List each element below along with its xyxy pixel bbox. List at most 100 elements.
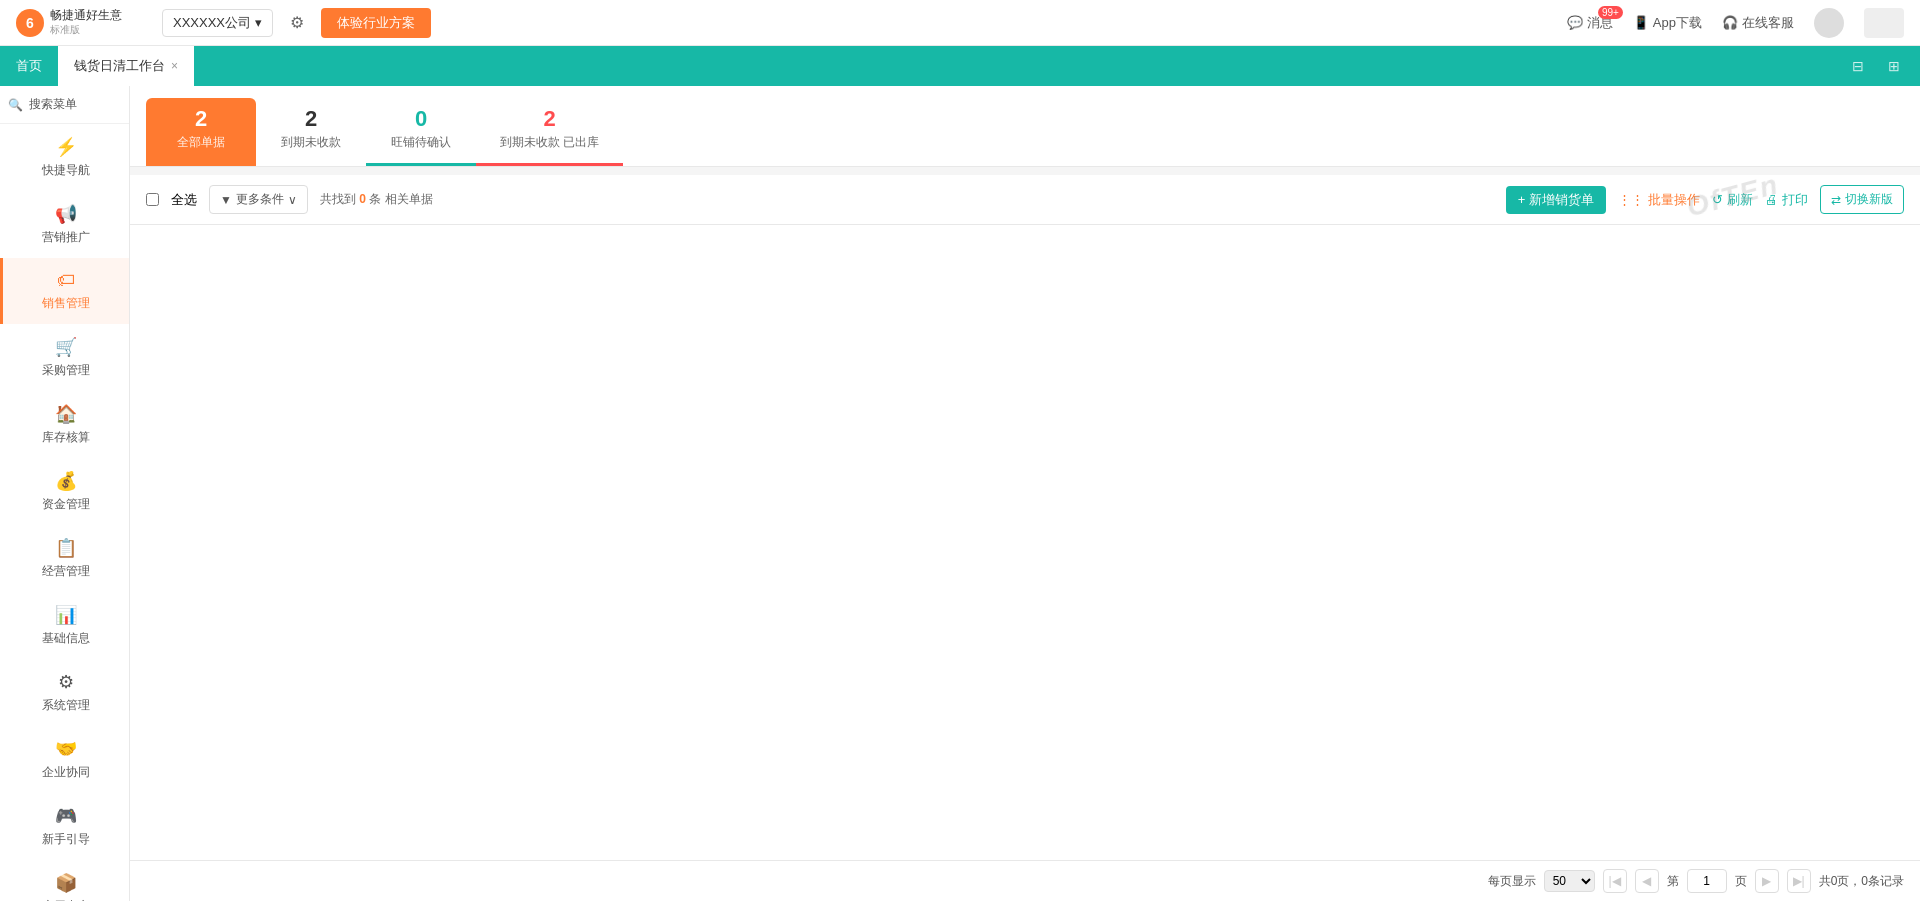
sidebar-label-cooperation: 企业协同 bbox=[42, 764, 90, 781]
first-page-btn[interactable]: |◀ bbox=[1603, 869, 1627, 893]
sidebar-label-guide: 新手引导 bbox=[42, 831, 90, 848]
add-sales-btn[interactable]: + 新增销货单 bbox=[1506, 186, 1606, 214]
logo-name: 畅捷通好生意 bbox=[50, 8, 122, 24]
settings-icon[interactable]: ⚙ bbox=[283, 9, 311, 37]
sales-icon: 🏷 bbox=[57, 270, 75, 291]
nav-tabs: 首页 钱货日清工作台 × ⊟ ⊞ bbox=[0, 46, 1920, 86]
refresh-icon: ↺ bbox=[1712, 192, 1723, 207]
tab-maximize-icon[interactable]: ⊞ bbox=[1880, 52, 1908, 80]
chevron-filter-icon: ∨ bbox=[288, 193, 297, 207]
sidebar-label-purchase: 采购管理 bbox=[42, 362, 90, 379]
header-right: 💬 消息 99+ 📱 App下载 🎧 在线客服 bbox=[1567, 8, 1904, 38]
refresh-btn[interactable]: ↺ 刷新 bbox=[1712, 191, 1753, 209]
tab-home[interactable]: 首页 bbox=[0, 46, 58, 86]
message-btn[interactable]: 💬 消息 99+ bbox=[1567, 14, 1613, 32]
logo-icon: 6 bbox=[16, 9, 44, 37]
sidebar-label-capital: 资金管理 bbox=[42, 496, 90, 513]
card-overdue-unshipped[interactable]: 2 到期未收款 已出库 bbox=[476, 98, 623, 166]
card-all-label: 全部单据 bbox=[170, 134, 232, 151]
card-wangpu-label: 旺铺待确认 bbox=[390, 134, 452, 151]
card-overdue-unpaid[interactable]: 2 到期未收款 bbox=[256, 98, 366, 166]
sidebar-item-capital[interactable]: 💰 资金管理 bbox=[0, 458, 129, 525]
print-btn[interactable]: 🖨 打印 bbox=[1765, 191, 1808, 209]
sidebar-item-inventory[interactable]: 🏠 库存核算 bbox=[0, 391, 129, 458]
card-all[interactable]: 2 全部单据 bbox=[146, 98, 256, 166]
system-icon: ⚙ bbox=[58, 671, 74, 693]
sidebar-label-marketing: 营销推广 bbox=[42, 229, 90, 246]
sidebar-item-purchase[interactable]: 🛒 采购管理 bbox=[0, 324, 129, 391]
card-overdue-label: 到期未收款 bbox=[280, 134, 342, 151]
sidebar-item-guide[interactable]: 🎮 新手引导 bbox=[0, 793, 129, 860]
found-prefix: 共找到 bbox=[320, 192, 356, 206]
tab-actions: ⊟ ⊞ bbox=[1844, 52, 1920, 80]
switch-version-btn[interactable]: ⇄ 切换新版 bbox=[1820, 185, 1904, 214]
sidebar-search[interactable]: 🔍 搜索菜单 bbox=[0, 86, 129, 124]
sidebar-item-quick-nav[interactable]: ⚡ 快捷导航 bbox=[0, 124, 129, 191]
sidebar-item-sales[interactable]: 🏷 销售管理 bbox=[0, 258, 129, 324]
service-icon: 🎧 bbox=[1722, 15, 1738, 30]
inventory-icon: 🏠 bbox=[55, 403, 77, 425]
per-page-select[interactable]: 10 20 50 100 bbox=[1544, 870, 1595, 892]
message-icon: 💬 bbox=[1567, 15, 1583, 30]
batch-operation-btn[interactable]: ⋮⋮ 批量操作 bbox=[1618, 191, 1700, 209]
more-filter-btn[interactable]: ▼ 更多条件 ∨ bbox=[209, 185, 308, 214]
card-wangpu[interactable]: 0 旺铺待确认 bbox=[366, 98, 476, 166]
per-page-label: 每页显示 bbox=[1488, 873, 1536, 890]
app-download-btn[interactable]: 📱 App下载 bbox=[1633, 14, 1702, 32]
sidebar-label-system: 系统管理 bbox=[42, 697, 90, 714]
logo-sub: 标准版 bbox=[50, 23, 122, 37]
found-suffix: 条 相关单据 bbox=[369, 192, 432, 206]
basic-info-icon: 📊 bbox=[55, 604, 77, 626]
table-area bbox=[130, 225, 1920, 860]
company-selector[interactable]: XXXXXX公司 ▾ bbox=[162, 9, 273, 37]
page-input[interactable] bbox=[1687, 869, 1727, 893]
sidebar-label-quick-nav: 快捷导航 bbox=[42, 162, 90, 179]
sidebar-item-basic-info[interactable]: 📊 基础信息 bbox=[0, 592, 129, 659]
tab-active[interactable]: 钱货日清工作台 × bbox=[58, 46, 194, 86]
more-filter-label: 更多条件 bbox=[236, 191, 284, 208]
sidebar-item-app-center[interactable]: 📦 应用中心 bbox=[0, 860, 129, 901]
card-overdue-unshipped-label: 到期未收款 已出库 bbox=[500, 134, 599, 151]
last-page-btn[interactable]: ▶| bbox=[1787, 869, 1811, 893]
sidebar-item-marketing[interactable]: 📢 营销推广 bbox=[0, 191, 129, 258]
switch-label: 切换新版 bbox=[1845, 191, 1893, 208]
logo-area: 6 畅捷通好生意 标准版 bbox=[16, 8, 146, 38]
tab-minimize-icon[interactable]: ⊟ bbox=[1844, 52, 1872, 80]
sidebar: 🔍 搜索菜单 ⚡ 快捷导航 📢 营销推广 🏷 销售管理 🛒 采购管理 🏠 库存核… bbox=[0, 86, 130, 901]
search-icon: 🔍 bbox=[8, 98, 23, 112]
app-center-icon: 📦 bbox=[55, 872, 77, 894]
company-name: XXXXXX公司 bbox=[173, 14, 251, 32]
capital-icon: 💰 bbox=[55, 470, 77, 492]
page-label: 第 bbox=[1667, 873, 1679, 890]
batch-icon: ⋮⋮ bbox=[1618, 192, 1644, 207]
print-label: 打印 bbox=[1782, 191, 1808, 209]
sidebar-item-operation[interactable]: 📋 经营管理 bbox=[0, 525, 129, 592]
prev-page-btn[interactable]: ◀ bbox=[1635, 869, 1659, 893]
search-label: 搜索菜单 bbox=[29, 96, 77, 113]
card-wangpu-number: 0 bbox=[390, 106, 452, 132]
trial-button[interactable]: 体验行业方案 bbox=[321, 8, 431, 38]
next-page-btn[interactable]: ▶ bbox=[1755, 869, 1779, 893]
user-name-area bbox=[1864, 8, 1904, 38]
found-info: 共找到 0 条 相关单据 bbox=[320, 191, 433, 208]
page-suffix: 页 bbox=[1735, 873, 1747, 890]
avatar[interactable] bbox=[1814, 8, 1844, 38]
service-label: 在线客服 bbox=[1742, 14, 1794, 32]
total-info: 共0页，0条记录 bbox=[1819, 873, 1904, 890]
switch-icon: ⇄ bbox=[1831, 193, 1841, 207]
tab-close-icon[interactable]: × bbox=[171, 59, 178, 73]
sidebar-item-cooperation[interactable]: 🤝 企业协同 bbox=[0, 726, 129, 793]
sidebar-item-system[interactable]: ⚙ 系统管理 bbox=[0, 659, 129, 726]
toolbar: 全选 ▼ 更多条件 ∨ 共找到 0 条 相关单据 + 新增销货单 ⋮⋮ 批量操作… bbox=[130, 175, 1920, 225]
marketing-icon: 📢 bbox=[55, 203, 77, 225]
print-icon: 🖨 bbox=[1765, 192, 1778, 207]
sidebar-label-sales: 销售管理 bbox=[42, 295, 90, 312]
select-all-checkbox[interactable] bbox=[146, 193, 159, 206]
filter-icon: ▼ bbox=[220, 193, 232, 207]
online-service-btn[interactable]: 🎧 在线客服 bbox=[1722, 14, 1794, 32]
main-layout: 🔍 搜索菜单 ⚡ 快捷导航 📢 营销推广 🏷 销售管理 🛒 采购管理 🏠 库存核… bbox=[0, 86, 1920, 901]
select-all-label: 全选 bbox=[171, 191, 197, 209]
card-all-number: 2 bbox=[170, 106, 232, 132]
guide-icon: 🎮 bbox=[55, 805, 77, 827]
purchase-icon: 🛒 bbox=[55, 336, 77, 358]
